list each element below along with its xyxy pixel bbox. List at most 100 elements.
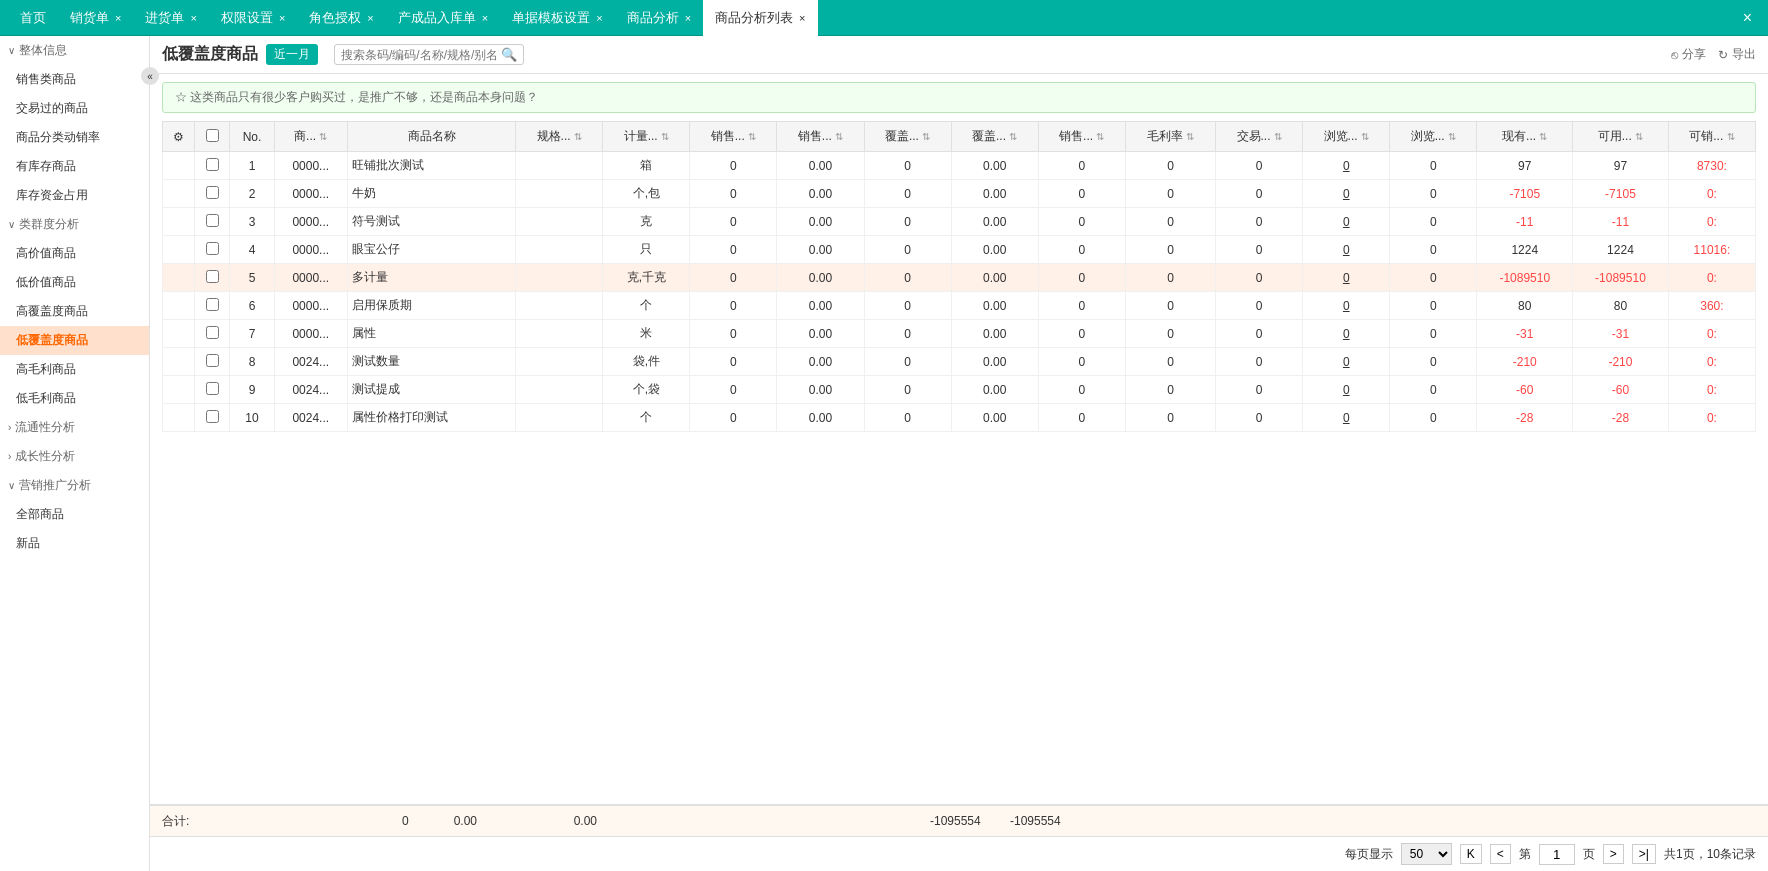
close-icon[interactable]: × bbox=[596, 12, 602, 24]
row-settings[interactable] bbox=[163, 208, 195, 236]
row-checkbox-input[interactable] bbox=[206, 326, 219, 339]
nav-tab-roles[interactable]: 角色授权 × bbox=[297, 0, 385, 36]
row-browse1[interactable]: 0 bbox=[1303, 320, 1390, 348]
sidebar-item-in-stock[interactable]: 有库存商品 bbox=[0, 152, 149, 181]
th-transaction[interactable]: 交易... ⇅ bbox=[1216, 122, 1303, 152]
close-icon[interactable]: × bbox=[279, 12, 285, 24]
sidebar-section-overall[interactable]: ∨ 整体信息 bbox=[0, 36, 149, 65]
sidebar-section-growth[interactable]: › 成长性分析 bbox=[0, 442, 149, 471]
page-input[interactable] bbox=[1539, 844, 1575, 865]
sidebar-item-new-goods[interactable]: 新品 bbox=[0, 529, 149, 558]
close-icon[interactable]: × bbox=[115, 12, 121, 24]
select-all-checkbox[interactable] bbox=[206, 129, 219, 142]
row-checkbox[interactable] bbox=[195, 376, 230, 404]
sidebar-item-all-goods[interactable]: 全部商品 bbox=[0, 500, 149, 529]
nav-tab-permissions[interactable]: 权限设置 × bbox=[209, 0, 297, 36]
row-checkbox-input[interactable] bbox=[206, 214, 219, 227]
row-browse1[interactable]: 0 bbox=[1303, 152, 1390, 180]
time-filter-button[interactable]: 近一月 bbox=[266, 44, 318, 65]
sidebar-collapse-button[interactable]: « bbox=[141, 67, 159, 85]
row-checkbox[interactable] bbox=[195, 180, 230, 208]
row-checkbox-input[interactable] bbox=[206, 242, 219, 255]
th-gross-margin[interactable]: 毛利率 ⇅ bbox=[1125, 122, 1215, 152]
th-settings[interactable]: ⚙ bbox=[163, 122, 195, 152]
row-checkbox-input[interactable] bbox=[206, 158, 219, 171]
row-checkbox-input[interactable] bbox=[206, 298, 219, 311]
share-button[interactable]: ⎋ 分享 bbox=[1671, 46, 1706, 63]
row-checkbox-input[interactable] bbox=[206, 270, 219, 283]
row-browse1[interactable]: 0 bbox=[1303, 180, 1390, 208]
th-available[interactable]: 可用... ⇅ bbox=[1573, 122, 1669, 152]
row-checkbox[interactable] bbox=[195, 152, 230, 180]
sidebar-item-high-margin[interactable]: 高毛利商品 bbox=[0, 355, 149, 384]
row-checkbox[interactable] bbox=[195, 320, 230, 348]
row-settings[interactable] bbox=[163, 292, 195, 320]
row-checkbox[interactable] bbox=[195, 292, 230, 320]
sidebar-item-low-coverage[interactable]: 低覆盖度商品 bbox=[0, 326, 149, 355]
sidebar-item-low-margin[interactable]: 低毛利商品 bbox=[0, 384, 149, 413]
close-icon[interactable]: × bbox=[190, 12, 196, 24]
close-icon[interactable]: × bbox=[685, 12, 691, 24]
row-browse1[interactable]: 0 bbox=[1303, 292, 1390, 320]
th-unit[interactable]: 计量... ⇅ bbox=[603, 122, 690, 152]
row-checkbox-input[interactable] bbox=[206, 354, 219, 367]
nav-tab-analysis[interactable]: 商品分析 × bbox=[615, 0, 703, 36]
row-settings[interactable] bbox=[163, 180, 195, 208]
nav-tab-product-entry[interactable]: 产成品入库单 × bbox=[386, 0, 500, 36]
th-sales-val[interactable]: 销售... ⇅ bbox=[1038, 122, 1125, 152]
row-checkbox[interactable] bbox=[195, 348, 230, 376]
row-settings[interactable] bbox=[163, 376, 195, 404]
next-page-button[interactable]: > bbox=[1603, 844, 1624, 864]
row-browse1[interactable]: 0 bbox=[1303, 376, 1390, 404]
sidebar-section-marketing[interactable]: ∨ 营销推广分析 bbox=[0, 471, 149, 500]
row-checkbox-input[interactable] bbox=[206, 186, 219, 199]
row-checkbox[interactable] bbox=[195, 236, 230, 264]
row-browse1[interactable]: 0 bbox=[1303, 404, 1390, 432]
export-button[interactable]: ↻ 导出 bbox=[1718, 46, 1756, 63]
th-spec[interactable]: 规格... ⇅ bbox=[516, 122, 603, 152]
sidebar-item-category-rate[interactable]: 商品分类动销率 bbox=[0, 123, 149, 152]
nav-tab-analysis-list[interactable]: 商品分析列表 × bbox=[703, 0, 817, 36]
th-browse2[interactable]: 浏览... ⇅ bbox=[1390, 122, 1477, 152]
th-browse1[interactable]: 浏览... ⇅ bbox=[1303, 122, 1390, 152]
row-settings[interactable] bbox=[163, 152, 195, 180]
row-settings[interactable] bbox=[163, 404, 195, 432]
sidebar-item-low-value[interactable]: 低价值商品 bbox=[0, 268, 149, 297]
row-browse1[interactable]: 0 bbox=[1303, 236, 1390, 264]
close-icon[interactable]: × bbox=[482, 12, 488, 24]
sidebar-item-sales-goods[interactable]: 销售类商品 bbox=[0, 65, 149, 94]
row-settings[interactable] bbox=[163, 320, 195, 348]
row-settings[interactable] bbox=[163, 236, 195, 264]
last-page-button[interactable]: >| bbox=[1632, 844, 1656, 864]
search-input[interactable] bbox=[341, 48, 501, 62]
th-checkbox[interactable] bbox=[195, 122, 230, 152]
nav-tab-purchase[interactable]: 进货单 × bbox=[133, 0, 208, 36]
sidebar-item-high-coverage[interactable]: 高覆盖度商品 bbox=[0, 297, 149, 326]
th-sales-amount[interactable]: 销售... ⇅ bbox=[777, 122, 864, 152]
row-browse1[interactable]: 0 bbox=[1303, 264, 1390, 292]
row-browse1[interactable]: 0 bbox=[1303, 208, 1390, 236]
close-icon[interactable]: × bbox=[799, 12, 805, 24]
window-close-button[interactable]: × bbox=[1735, 9, 1760, 27]
nav-tab-sales[interactable]: 销货单 × bbox=[58, 0, 133, 36]
th-code[interactable]: 商... ⇅ bbox=[274, 122, 347, 152]
search-icon[interactable]: 🔍 bbox=[501, 47, 517, 62]
th-current[interactable]: 现有... ⇅ bbox=[1477, 122, 1573, 152]
table-wrapper[interactable]: ⚙ No. 商... ⇅ 商品名称 规格... ⇅ 计量... ⇅ 销售... … bbox=[150, 121, 1768, 804]
nav-tab-template[interactable]: 单据模板设置 × bbox=[500, 0, 614, 36]
th-sellable[interactable]: 可销... ⇅ bbox=[1668, 122, 1755, 152]
row-checkbox[interactable] bbox=[195, 208, 230, 236]
first-page-button[interactable]: K bbox=[1460, 844, 1482, 864]
row-checkbox-input[interactable] bbox=[206, 382, 219, 395]
sidebar-item-stock-capital[interactable]: 库存资金占用 bbox=[0, 181, 149, 210]
row-settings[interactable] bbox=[163, 348, 195, 376]
row-browse1[interactable]: 0 bbox=[1303, 348, 1390, 376]
sidebar-section-circulation[interactable]: › 流通性分析 bbox=[0, 413, 149, 442]
th-coverage1[interactable]: 覆盖... ⇅ bbox=[864, 122, 951, 152]
row-checkbox[interactable] bbox=[195, 404, 230, 432]
row-checkbox[interactable] bbox=[195, 264, 230, 292]
sidebar-item-high-value[interactable]: 高价值商品 bbox=[0, 239, 149, 268]
th-sales-count[interactable]: 销售... ⇅ bbox=[690, 122, 777, 152]
nav-tab-home[interactable]: 首页 bbox=[8, 0, 58, 36]
row-settings[interactable] bbox=[163, 264, 195, 292]
